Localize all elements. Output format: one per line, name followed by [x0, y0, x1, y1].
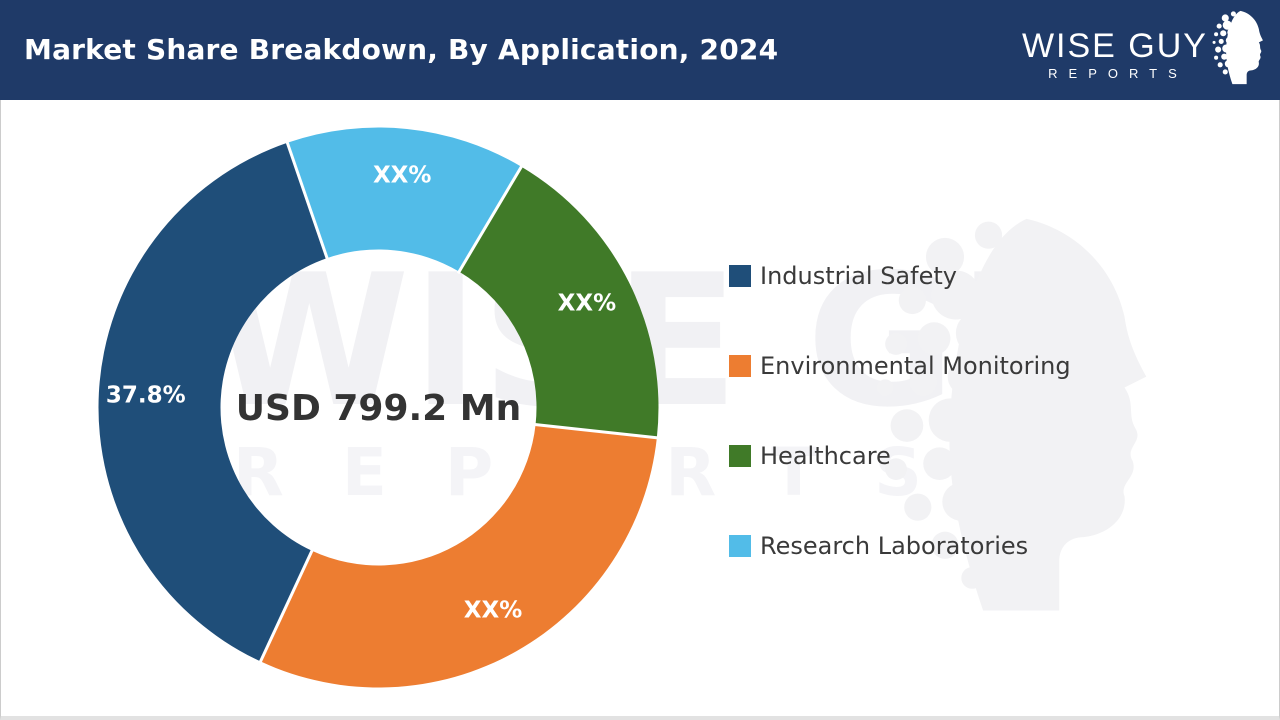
legend-swatch-environmental-monitoring [729, 355, 751, 377]
center-value-label: USD 799.2 Mn [236, 388, 521, 429]
legend-label-research-laboratories: Research Laboratories [760, 532, 1029, 560]
segment-percent-label-industrial-safety: 37.8% [106, 382, 186, 408]
header-bar: Market Share Breakdown, By Application, … [0, 0, 1280, 100]
logo-wordmark: WISE GUY [1021, 26, 1208, 65]
segment-percent-label-environmental-monitoring: XX% [464, 597, 523, 623]
segment-percent-label-healthcare: XX% [558, 290, 617, 316]
donut-segment-environmental-monitoring [260, 424, 657, 688]
wiseguy-logo: WISE GUY REPORTS [1022, 8, 1266, 86]
legend: Industrial Safety Environmental Monitorin… [729, 261, 1071, 561]
legend-item-research-laboratories: Research Laboratories [729, 531, 1071, 561]
wiseguy-face-icon [1212, 10, 1263, 85]
logo-subtitle: REPORTS [1048, 65, 1188, 81]
chart-area: WISE GU REPORTS XX%XX%XX%37.8% USD 799.2… [0, 100, 1280, 720]
chart-title: Market Share Breakdown, By Application, … [24, 33, 779, 66]
wiseguy-logo-text: WISE GUY REPORTS [1022, 29, 1208, 80]
legend-label-healthcare: Healthcare [760, 442, 891, 470]
legend-label-environmental-monitoring: Environmental Monitoring [760, 352, 1071, 380]
legend-swatch-industrial-safety [729, 265, 751, 287]
legend-item-industrial-safety: Industrial Safety [729, 261, 1071, 291]
legend-label-industrial-safety: Industrial Safety [760, 262, 957, 290]
legend-item-environmental-monitoring: Environmental Monitoring [729, 351, 1071, 381]
legend-swatch-healthcare [729, 445, 751, 467]
segment-percent-label-research-laboratories: XX% [373, 163, 432, 189]
page-root: Market Share Breakdown, By Application, … [0, 0, 1280, 720]
donut-chart: XX% XX% XX% 37.8% USD 799.2 Mn [98, 127, 659, 688]
legend-swatch-research-laboratories [729, 535, 751, 557]
legend-item-healthcare: Healthcare [729, 441, 1071, 471]
